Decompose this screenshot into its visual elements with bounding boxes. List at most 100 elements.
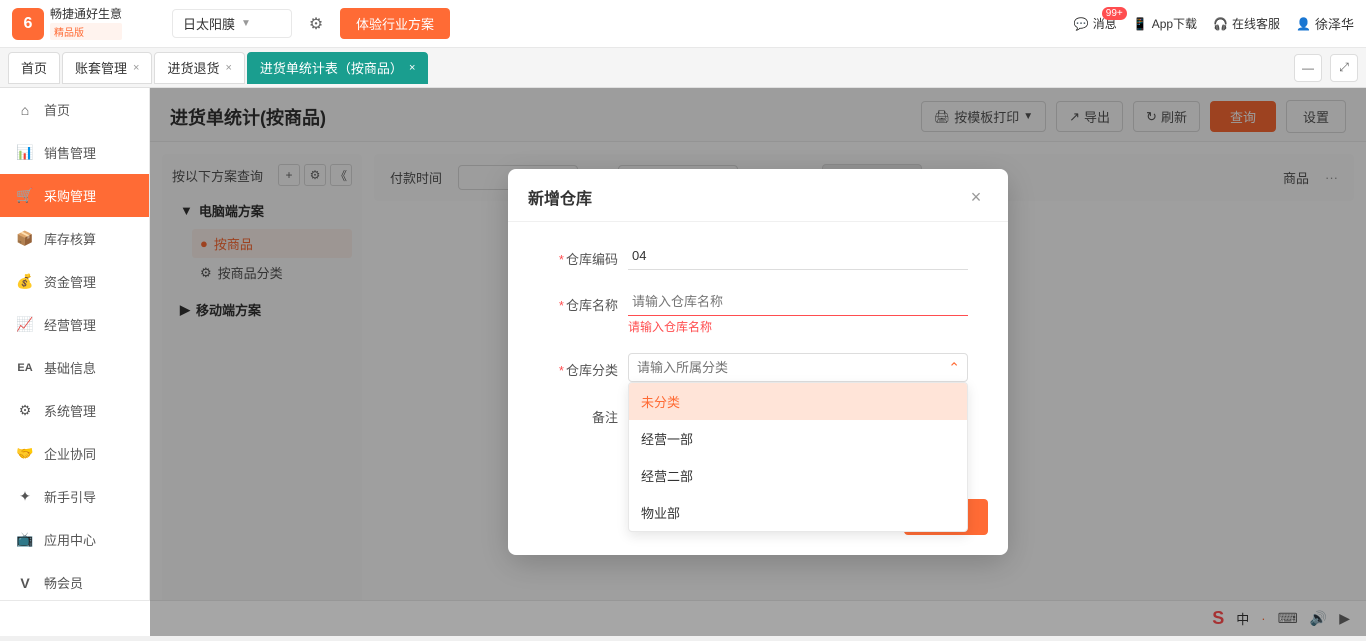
tab-accounts-label: 账套管理 <box>75 58 127 77</box>
code-input-wrap <box>628 242 968 270</box>
notes-label: 备注 <box>548 400 628 426</box>
modal-header: 新增仓库 × <box>508 169 1008 222</box>
sidebar-item-finance[interactable]: 💰 资金管理 <box>0 260 149 303</box>
settings-icon-button[interactable]: ⚙ <box>300 8 332 40</box>
sidebar-enterprise-label: 企业协同 <box>44 444 96 463</box>
sidebar-item-inventory[interactable]: 📦 库存核算 <box>0 217 149 260</box>
sidebar-item-enterprise[interactable]: 🤝 企业协同 <box>0 432 149 475</box>
basic-info-icon: EA <box>16 359 34 377</box>
username: 徐泽华 <box>1315 14 1354 33</box>
sidebar-operation-label: 经营管理 <box>44 315 96 334</box>
message-badge: 99+ <box>1102 7 1127 20</box>
tab-purchase-return-label: 进货退货 <box>167 58 219 77</box>
apps-icon: 📺 <box>16 531 34 549</box>
logo-text: 畅捷通好生意 <box>50 7 122 23</box>
sidebar-sales-label: 销售管理 <box>44 143 96 162</box>
sidebar-item-purchase[interactable]: 🛒 采购管理 <box>0 174 149 217</box>
tab-purchase-stats-label: 进货单统计表（按商品） <box>260 58 403 77</box>
user-avatar-icon: 👤 <box>1296 17 1311 31</box>
code-label: *仓库编码 <box>548 242 628 268</box>
warehouse-category-row: *仓库分类 ⌃ 未分类 经营一部 经营二部 物业部 <box>548 353 968 382</box>
name-input-wrap: 请输入仓库名称 <box>628 288 968 335</box>
sidebar-finance-label: 资金管理 <box>44 272 96 291</box>
member-icon: V <box>16 574 34 592</box>
tab-purchase-return-close[interactable]: × <box>225 62 231 74</box>
dropdown-item-property[interactable]: 物业部 <box>629 494 967 531</box>
tab-bar: 首页 账套管理 × 进货退货 × 进货单统计表（按商品） × — ⤢ <box>0 48 1366 88</box>
enterprise-icon: 🤝 <box>16 445 34 463</box>
sidebar-guide-label: 新手引导 <box>44 487 96 506</box>
tab-accounts[interactable]: 账套管理 × <box>62 52 152 84</box>
sidebar-purchase-label: 采购管理 <box>44 186 96 205</box>
logo-icon: 6 <box>12 8 44 40</box>
sidebar-item-system[interactable]: ⚙ 系统管理 <box>0 389 149 432</box>
sidebar-apps-label: 应用中心 <box>44 530 96 549</box>
store-name: 日太阳膜 <box>183 14 235 33</box>
tab-minimize-button[interactable]: — <box>1294 54 1322 82</box>
top-bar: 6 畅捷通好生意 精品版 日太阳膜 ▼ ⚙ 体验行业方案 💬 消息 99+ 📱 … <box>0 0 1366 48</box>
guide-icon: ✦ <box>16 488 34 506</box>
modal-body: *仓库编码 *仓库名称 请输入仓库名称 <box>508 222 1008 487</box>
sidebar-item-sales[interactable]: 📊 销售管理 <box>0 131 149 174</box>
service-label: 在线客服 <box>1232 15 1280 32</box>
modal-title: 新增仓库 <box>528 185 592 209</box>
app-label: App下载 <box>1152 15 1197 32</box>
dropdown-item-uncategorized[interactable]: 未分类 <box>629 383 967 420</box>
content-area: 进货单统计(按商品) 🖨 按模板打印 ▼ ↗ 导出 ↻ 刷新 查询 设置 <box>150 88 1366 636</box>
modal-overlay: 新增仓库 × *仓库编码 <box>150 88 1366 636</box>
store-selector[interactable]: 日太阳膜 ▼ <box>172 9 292 38</box>
warehouse-code-input[interactable] <box>628 242 968 270</box>
modal-close-button[interactable]: × <box>964 185 988 209</box>
sidebar-system-label: 系统管理 <box>44 401 96 420</box>
headset-icon: 🎧 <box>1213 17 1228 31</box>
warehouse-category-input[interactable] <box>628 353 968 382</box>
sidebar-home-label: 首页 <box>44 100 70 119</box>
sales-icon: 📊 <box>16 144 34 162</box>
new-warehouse-modal: 新增仓库 × *仓库编码 <box>508 169 1008 555</box>
warehouse-code-row: *仓库编码 <box>548 242 968 270</box>
tab-home-label: 首页 <box>21 58 47 77</box>
system-icon: ⚙ <box>16 402 34 420</box>
name-label: *仓库名称 <box>548 288 628 314</box>
home-icon: ⌂ <box>16 101 34 119</box>
message-item[interactable]: 💬 消息 99+ <box>1074 15 1117 32</box>
tab-purchase-return[interactable]: 进货退货 × <box>154 52 244 84</box>
sidebar-item-home[interactable]: ⌂ 首页 <box>0 88 149 131</box>
sidebar-basic-info-label: 基础信息 <box>44 358 96 377</box>
logo-badge: 精品版 <box>50 23 122 40</box>
inventory-icon: 📦 <box>16 230 34 248</box>
app-download-item[interactable]: 📱 App下载 <box>1133 15 1197 32</box>
dropdown-item-dept1[interactable]: 经营一部 <box>629 420 967 457</box>
tab-bar-right: — ⤢ <box>1294 54 1358 82</box>
tab-expand-button[interactable]: ⤢ <box>1330 54 1358 82</box>
logo-area: 6 畅捷通好生意 精品版 <box>12 7 162 40</box>
tab-home[interactable]: 首页 <box>8 52 60 84</box>
phone-icon: 📱 <box>1133 17 1148 31</box>
name-error-message: 请输入仓库名称 <box>628 318 968 335</box>
purchase-icon: 🛒 <box>16 187 34 205</box>
user-item[interactable]: 👤 徐泽华 <box>1296 14 1354 33</box>
top-right-area: 💬 消息 99+ 📱 App下载 🎧 在线客服 👤 徐泽华 <box>1074 14 1354 33</box>
main-layout: ⌂ 首页 📊 销售管理 🛒 采购管理 📦 库存核算 💰 资金管理 📈 经营管理 … <box>0 88 1366 636</box>
operation-icon: 📈 <box>16 316 34 334</box>
sidebar-item-guide[interactable]: ✦ 新手引导 <box>0 475 149 518</box>
category-dropdown-list: 未分类 经营一部 经营二部 物业部 <box>628 382 968 532</box>
tab-purchase-stats-close[interactable]: × <box>409 62 415 74</box>
warehouse-name-row: *仓库名称 请输入仓库名称 <box>548 288 968 335</box>
sidebar-item-member[interactable]: V 畅会员 <box>0 561 149 604</box>
category-select-wrap: ⌃ 未分类 经营一部 经营二部 物业部 <box>628 353 968 382</box>
sidebar-item-basic-info[interactable]: EA 基础信息 <box>0 346 149 389</box>
store-arrow-icon: ▼ <box>241 18 251 29</box>
tab-accounts-close[interactable]: × <box>133 62 139 74</box>
sidebar: ⌂ 首页 📊 销售管理 🛒 采购管理 📦 库存核算 💰 资金管理 📈 经营管理 … <box>0 88 150 636</box>
category-label: *仓库分类 <box>548 353 628 379</box>
sidebar-member-label: 畅会员 <box>44 573 83 592</box>
warehouse-name-input[interactable] <box>628 288 968 316</box>
dropdown-item-dept2[interactable]: 经营二部 <box>629 457 967 494</box>
tab-purchase-stats[interactable]: 进货单统计表（按商品） × <box>247 52 428 84</box>
sidebar-inventory-label: 库存核算 <box>44 229 96 248</box>
trial-button[interactable]: 体验行业方案 <box>340 8 450 39</box>
sidebar-item-apps[interactable]: 📺 应用中心 <box>0 518 149 561</box>
sidebar-item-operation[interactable]: 📈 经营管理 <box>0 303 149 346</box>
customer-service-item[interactable]: 🎧 在线客服 <box>1213 15 1280 32</box>
